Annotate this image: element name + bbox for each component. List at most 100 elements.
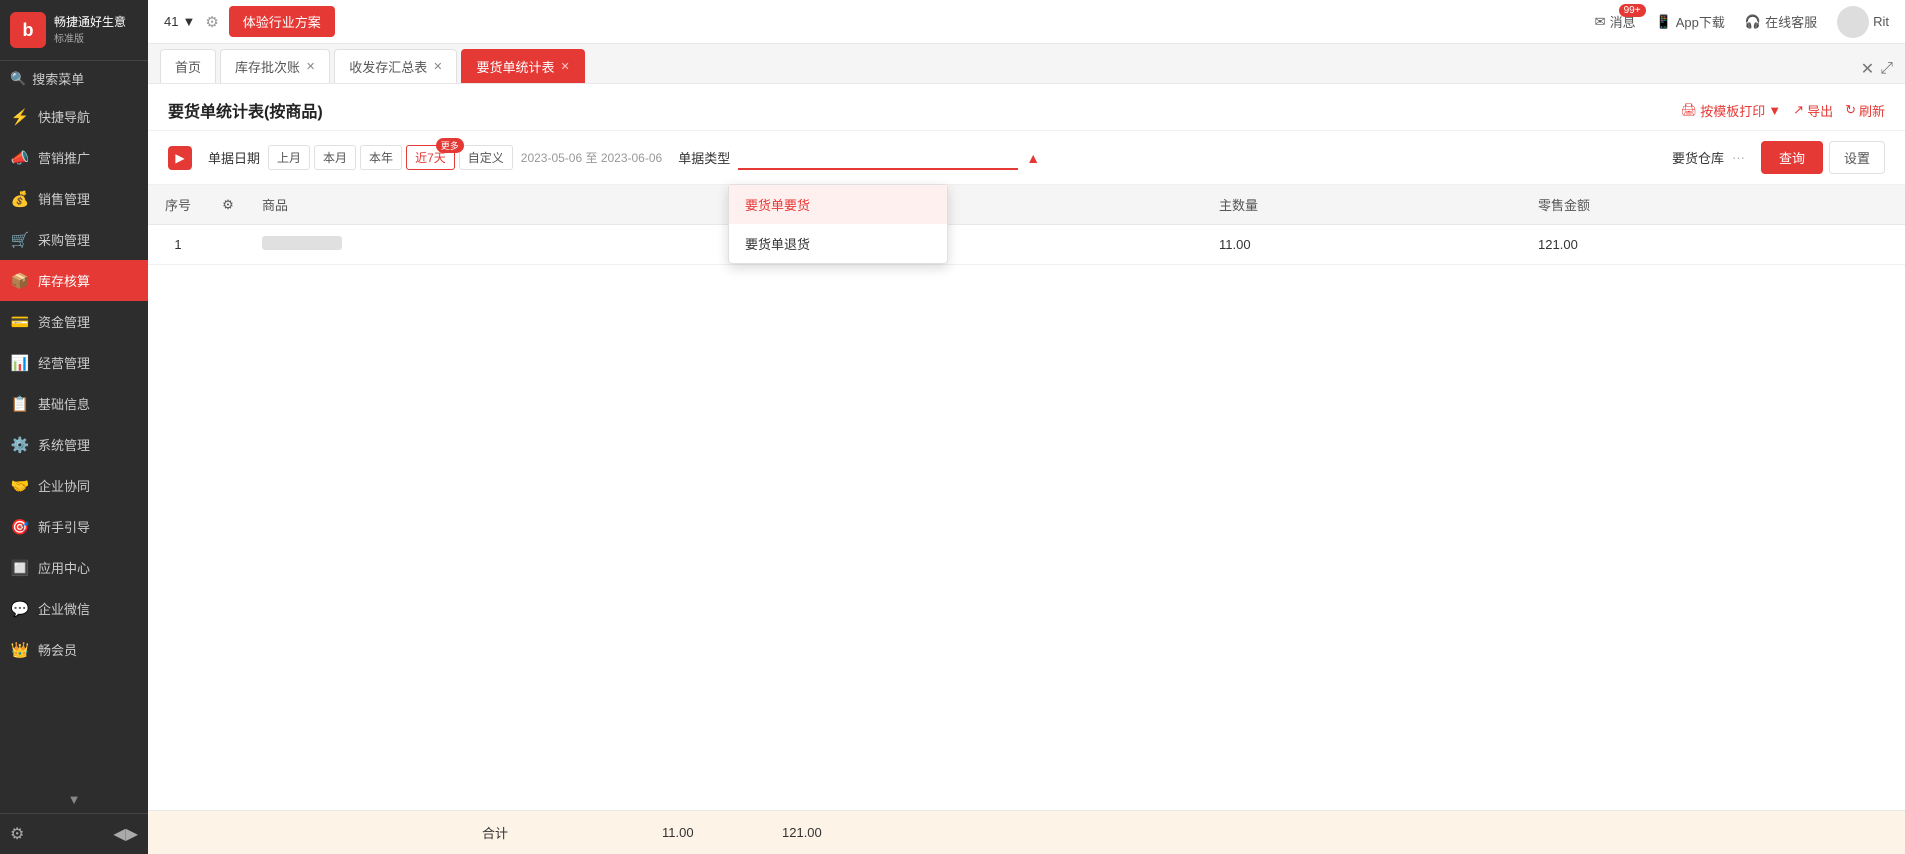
- sidebar-item-enterprise[interactable]: 🤝 企业协同: [0, 465, 148, 506]
- type-dropdown: 要货单要货 要货单退货: [728, 184, 948, 264]
- dropdown-item-order[interactable]: 要货单要货: [729, 185, 947, 224]
- refresh-label: 刷新: [1859, 101, 1885, 120]
- page-header-actions: 🖨 按模板打印 ▼ ↗ 导出 ↻ 刷新: [1681, 101, 1885, 120]
- tab-receive-summary-close[interactable]: ✕: [433, 60, 442, 73]
- row-amount: 121.00: [1524, 225, 1905, 265]
- sidebar-scroll-down[interactable]: ▼: [0, 786, 148, 813]
- row-seq: 1: [148, 225, 208, 265]
- member-icon: 👑: [10, 641, 30, 659]
- date-btn-year[interactable]: 本年: [360, 145, 402, 170]
- type-filter-group: 单据类型 ▲: [678, 145, 1656, 170]
- app-name: 畅捷通好生意: [54, 15, 126, 31]
- user-name: Rit: [1873, 14, 1889, 29]
- sidebar-item-label: 采购管理: [38, 230, 90, 249]
- sidebar-item-label: 畅会员: [38, 640, 77, 659]
- settings-button[interactable]: 设置: [1829, 141, 1885, 174]
- tab-home[interactable]: 首页: [160, 49, 216, 83]
- app-download-button[interactable]: 📱 App下载: [1656, 12, 1725, 31]
- column-settings-icon[interactable]: ⚙: [222, 197, 234, 212]
- sidebar-item-operations[interactable]: 📊 经营管理: [0, 342, 148, 383]
- table-header-row: 序号 ⚙ 商品 主计量单位 主数量 零售金额: [148, 185, 1905, 225]
- user-avatar: [1837, 6, 1869, 38]
- sidebar-logo: b 畅捷通好生意 标准版: [0, 0, 148, 61]
- search-menu-item[interactable]: 🔍 搜索菜单: [0, 61, 148, 96]
- tab-receive-summary[interactable]: 收发存汇总表 ✕: [334, 49, 457, 83]
- tab-order-stats-close[interactable]: ✕: [561, 60, 570, 73]
- sidebar-item-quick-nav[interactable]: ⚡ 快捷导航: [0, 96, 148, 137]
- date-quick-buttons: 上月 本月 本年 近7天 更多 自定义: [268, 145, 513, 170]
- sidebar-item-label: 销售管理: [38, 189, 90, 208]
- query-button[interactable]: 查询: [1761, 141, 1823, 174]
- main-content: 41 ▼ ⚙ 体验行业方案 ✉ 消息 99+ 📱 App下载 🎧 在线客服 R: [148, 0, 1905, 854]
- topbar-gear-icon[interactable]: ⚙: [205, 13, 218, 31]
- messages-button[interactable]: ✉ 消息 99+: [1595, 12, 1636, 31]
- type-filter-input[interactable]: [738, 145, 1018, 170]
- store-selector[interactable]: 41 ▼: [164, 14, 195, 29]
- row-settings: [208, 225, 248, 265]
- tab-home-label: 首页: [175, 57, 201, 76]
- date-btn-up[interactable]: 上月: [268, 145, 310, 170]
- sidebar-footer: ⚙ ◀▶: [0, 813, 148, 854]
- tab-receive-summary-label: 收发存汇总表: [349, 57, 427, 76]
- export-button[interactable]: ↗ 导出: [1793, 101, 1833, 120]
- sidebar-item-sales[interactable]: 💰 销售管理: [0, 178, 148, 219]
- print-icon: 🖨: [1681, 102, 1698, 118]
- date-btn-custom[interactable]: 自定义: [459, 145, 513, 170]
- date-btn-7days[interactable]: 近7天 更多: [406, 145, 455, 170]
- col-seq: 序号: [148, 185, 208, 225]
- col-product: 商品: [248, 185, 762, 225]
- guide-icon: 🎯: [10, 518, 30, 536]
- date-7days-label: 近7天: [415, 151, 446, 165]
- sidebar-item-label: 企业微信: [38, 599, 90, 618]
- close-all-tabs-button[interactable]: ✕: [1861, 59, 1874, 79]
- warehouse-more-icon[interactable]: ···: [1732, 150, 1745, 165]
- type-filter-label: 单据类型: [678, 148, 730, 167]
- table-body: 1 块 11.00 121.00: [148, 225, 1905, 265]
- print-button[interactable]: 🖨 按模板打印 ▼: [1681, 101, 1781, 120]
- quick-nav-icon: ⚡: [10, 108, 30, 126]
- filter-actions: 查询 设置: [1761, 141, 1885, 174]
- dropdown-item-return[interactable]: 要货单退货: [729, 224, 947, 263]
- sidebar-item-guide[interactable]: 🎯 新手引导: [0, 506, 148, 547]
- refresh-button[interactable]: ↻ 刷新: [1845, 101, 1885, 120]
- sidebar-item-wechat[interactable]: 💬 企业微信: [0, 588, 148, 629]
- tab-inventory-batch-close[interactable]: ✕: [306, 60, 315, 73]
- sidebar-item-system[interactable]: ⚙️ 系统管理: [0, 424, 148, 465]
- warehouse-filter-group: 要货仓库 ···: [1672, 148, 1745, 167]
- app-version: 标准版: [54, 30, 126, 45]
- type-filter-arrow[interactable]: ▲: [1026, 150, 1040, 166]
- sidebar-item-marketing[interactable]: 📣 营销推广: [0, 137, 148, 178]
- online-service-button[interactable]: 🎧 在线客服: [1745, 12, 1817, 31]
- sidebar-item-app-center[interactable]: 🔲 应用中心: [0, 547, 148, 588]
- trial-industry-button[interactable]: 体验行业方案: [229, 6, 335, 37]
- settings-footer-icon[interactable]: ⚙: [10, 824, 24, 844]
- tab-order-stats[interactable]: 要货单统计表 ✕: [461, 49, 584, 83]
- col-settings[interactable]: ⚙: [208, 185, 248, 225]
- message-badge: 99+: [1619, 4, 1646, 17]
- user-profile[interactable]: Rit: [1837, 6, 1889, 38]
- row-product: [248, 225, 762, 265]
- logo-text-block: 畅捷通好生意 标准版: [54, 15, 126, 46]
- print-label: 按模板打印: [1700, 101, 1765, 120]
- tab-inventory-batch[interactable]: 库存批次账 ✕: [220, 49, 330, 83]
- tab-inventory-batch-label: 库存批次账: [235, 57, 300, 76]
- sidebar-item-member[interactable]: 👑 畅会员: [0, 629, 148, 670]
- date-btn-current[interactable]: 本月: [314, 145, 356, 170]
- col-qty: 主数量: [1205, 185, 1524, 225]
- enterprise-icon: 🤝: [10, 477, 30, 495]
- filter-expand-button[interactable]: ▶: [168, 146, 192, 170]
- footer-qty: 11.00: [602, 825, 762, 840]
- sidebar-item-label: 经营管理: [38, 353, 90, 372]
- sidebar-item-label: 资金管理: [38, 312, 90, 331]
- search-icon: 🔍: [10, 71, 26, 87]
- footer-amount: 121.00: [762, 825, 882, 840]
- sidebar-item-purchase[interactable]: 🛒 采购管理: [0, 219, 148, 260]
- expand-tab-button[interactable]: ⤢: [1880, 60, 1893, 78]
- sidebar-item-basic-info[interactable]: 📋 基础信息: [0, 383, 148, 424]
- collapse-sidebar-icon[interactable]: ◀▶: [113, 824, 138, 844]
- page-body: 要货单统计表(按商品) 🖨 按模板打印 ▼ ↗ 导出 ↻ 刷新 ▶: [148, 84, 1905, 854]
- download-icon: 📱: [1656, 14, 1672, 30]
- operations-icon: 📊: [10, 354, 30, 372]
- sidebar-item-finance[interactable]: 💳 资金管理: [0, 301, 148, 342]
- sidebar-item-inventory[interactable]: 📦 库存核算: [0, 260, 148, 301]
